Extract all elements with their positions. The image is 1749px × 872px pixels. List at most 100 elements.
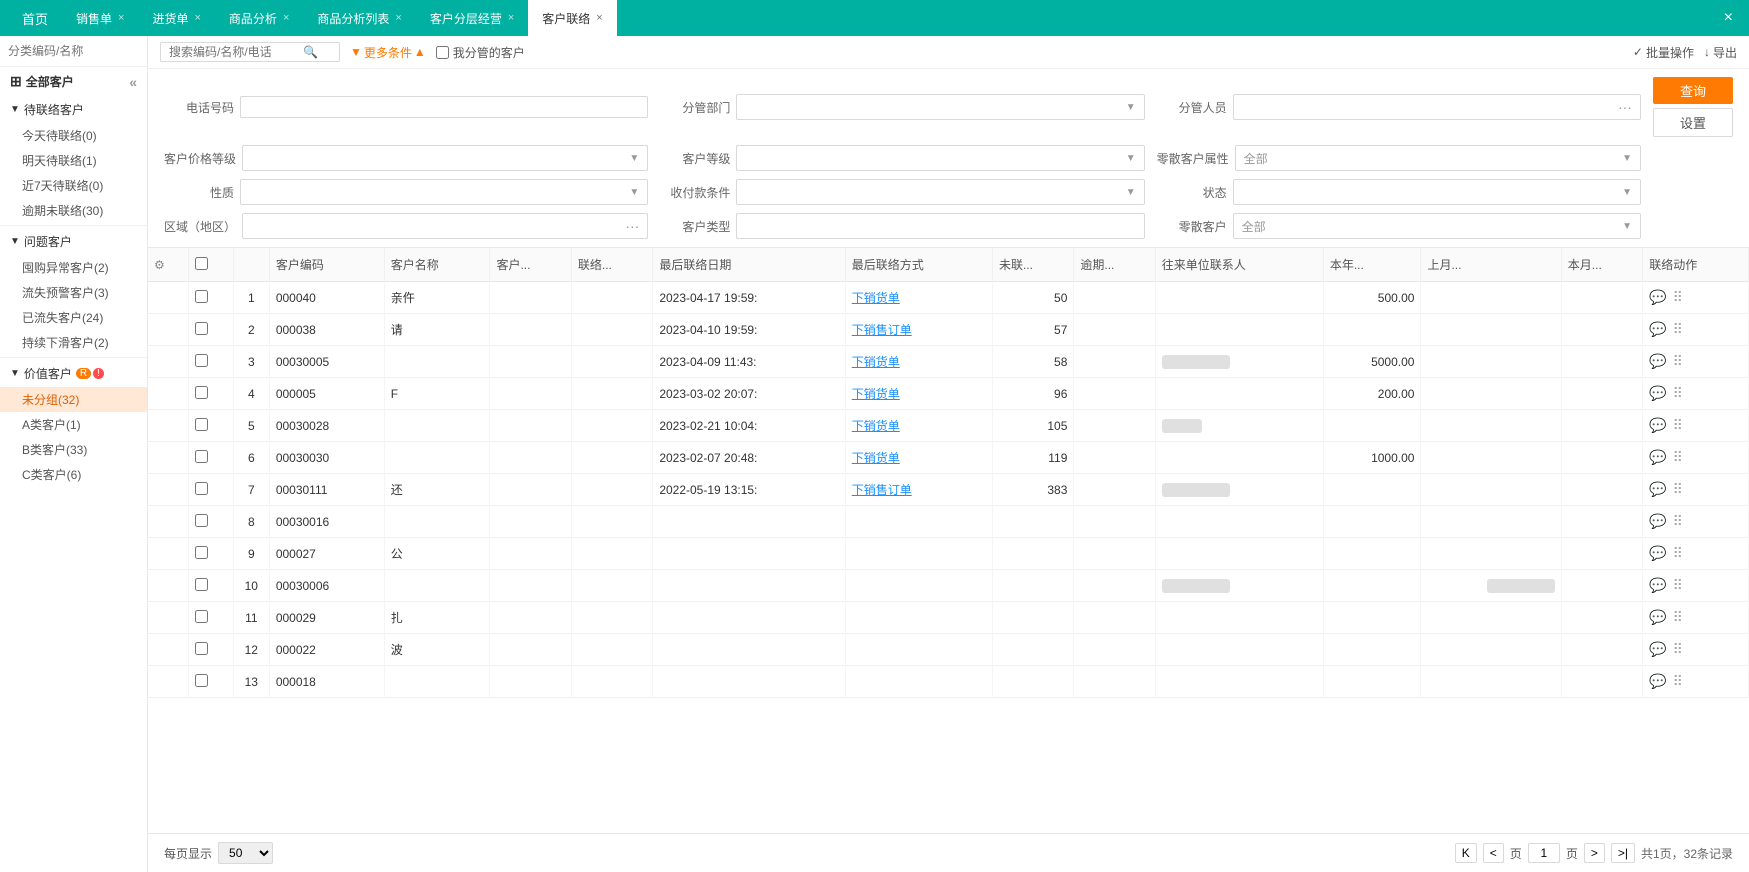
chat-icon[interactable]: 💬 — [1649, 513, 1666, 530]
sidebar-group-value[interactable]: ▼ 价值客户 R ! — [0, 360, 147, 387]
customer-type-select[interactable] — [736, 213, 1144, 239]
sidebar-search-input[interactable] — [8, 44, 148, 58]
th-type[interactable]: 客户... — [490, 248, 571, 282]
row-checkbox[interactable] — [195, 610, 208, 623]
pay-terms-select[interactable]: ▼ — [736, 179, 1144, 205]
page-next-btn[interactable]: > — [1584, 843, 1605, 863]
sidebar-item-ungroup[interactable]: 未分组(32) — [0, 387, 147, 412]
person-select[interactable]: ··· — [1233, 94, 1641, 120]
nav-tab-purchase[interactable]: 进货单 × — [138, 0, 214, 36]
more-conditions-btn[interactable]: ▼ 更多条件 ▲ — [350, 44, 426, 61]
page-last-btn[interactable]: >| — [1611, 843, 1635, 863]
sidebar-group-problem[interactable]: ▼ 问题客户 — [0, 228, 147, 255]
chat-icon[interactable]: 💬 — [1649, 449, 1666, 466]
search-input[interactable] — [169, 45, 299, 59]
row-checkbox[interactable] — [195, 546, 208, 559]
search-icon[interactable]: 🔍 — [303, 45, 318, 59]
chat-icon[interactable]: 💬 — [1649, 609, 1666, 626]
nav-tab-analysis[interactable]: 商品分析 × — [215, 0, 303, 36]
phone-input[interactable] — [240, 96, 648, 118]
td-last-method[interactable]: 下销售订单 — [845, 314, 992, 346]
sidebar-item-c[interactable]: C类客户(6) — [0, 462, 147, 487]
query-button[interactable]: 查询 — [1653, 77, 1733, 104]
all-customers-header[interactable]: ⊞ 全部客户 « — [0, 67, 147, 96]
chat-icon[interactable]: 💬 — [1649, 481, 1666, 498]
nav-tab-analysis-list[interactable]: 商品分析列表 × — [303, 0, 415, 36]
menu-icon[interactable]: ⠿ — [1673, 289, 1683, 306]
td-last-method[interactable]: 下销货单 — [845, 410, 992, 442]
row-checkbox[interactable] — [195, 418, 208, 431]
dept-select[interactable]: ▼ — [736, 94, 1144, 120]
menu-icon[interactable]: ⠿ — [1673, 417, 1683, 434]
row-checkbox[interactable] — [195, 578, 208, 591]
row-checkbox[interactable] — [195, 354, 208, 367]
my-customers-checkbox[interactable]: 我分管的客户 — [436, 44, 525, 61]
sidebar-item-abnormal[interactable]: 囤购异常客户(2) — [0, 255, 147, 280]
th-not-linked[interactable]: 未联... — [992, 248, 1073, 282]
td-last-method[interactable]: 下销售订单 — [845, 474, 992, 506]
sidebar-item-warning[interactable]: 流失预警客户(3) — [0, 280, 147, 305]
select-all-checkbox[interactable] — [195, 257, 208, 270]
menu-icon[interactable]: ⠿ — [1673, 545, 1683, 562]
reset-button[interactable]: 设置 — [1653, 108, 1733, 137]
td-last-method[interactable]: 下销货单 — [845, 442, 992, 474]
row-checkbox[interactable] — [195, 322, 208, 335]
nav-home[interactable]: 首页 — [8, 9, 62, 28]
sidebar-item-today[interactable]: 今天待联络(0) — [0, 123, 147, 148]
last-method-link[interactable]: 下销货单 — [852, 355, 900, 369]
sidebar-group-pending[interactable]: ▼ 待联络客户 — [0, 96, 147, 123]
td-last-method[interactable]: 下销货单 — [845, 282, 992, 314]
sidebar-item-b[interactable]: B类客户(33) — [0, 437, 147, 462]
region-select[interactable]: ··· — [242, 213, 648, 239]
chat-icon[interactable]: 💬 — [1649, 353, 1666, 370]
last-method-link[interactable]: 下销货单 — [852, 451, 900, 465]
chat-icon[interactable]: 💬 — [1649, 385, 1666, 402]
chat-icon[interactable]: 💬 — [1649, 321, 1666, 338]
close-tab-analysis[interactable]: × — [283, 12, 289, 24]
row-checkbox[interactable] — [195, 674, 208, 687]
page-input[interactable] — [1528, 843, 1560, 863]
retail-attr-select[interactable]: 全部 ▼ — [1235, 145, 1641, 171]
export-btn[interactable]: ↓ 导出 — [1704, 44, 1737, 61]
chat-icon[interactable]: 💬 — [1649, 545, 1666, 562]
batch-op-btn[interactable]: ✓ 批量操作 — [1633, 44, 1694, 61]
customer-level-select[interactable]: ▼ — [736, 145, 1144, 171]
sidebar-item-tomorrow[interactable]: 明天待联络(1) — [0, 148, 147, 173]
nav-tab-customer-mgmt[interactable]: 客户分层经营 × — [416, 0, 528, 36]
chat-icon[interactable]: 💬 — [1649, 577, 1666, 594]
chat-icon[interactable]: 💬 — [1649, 289, 1666, 306]
my-customers-check[interactable] — [436, 46, 449, 59]
menu-icon[interactable]: ⠿ — [1673, 321, 1683, 338]
sidebar-item-overdue[interactable]: 逾期未联络(30) — [0, 198, 147, 223]
close-tab-sales[interactable]: × — [118, 12, 124, 24]
th-unit-contact[interactable]: 往来单位联系人 — [1155, 248, 1323, 282]
sidebar-collapse-btn[interactable]: « — [129, 74, 137, 90]
row-checkbox[interactable] — [195, 514, 208, 527]
page-prev-btn[interactable]: < — [1483, 843, 1504, 863]
nature-select[interactable]: ▼ — [240, 179, 648, 205]
price-level-select[interactable]: ▼ — [242, 145, 648, 171]
menu-icon[interactable]: ⠿ — [1673, 641, 1683, 658]
th-settings[interactable]: ⚙ — [148, 248, 188, 282]
th-name[interactable]: 客户名称 — [384, 248, 490, 282]
chat-icon[interactable]: 💬 — [1649, 417, 1666, 434]
sidebar-item-declining[interactable]: 持续下滑客户(2) — [0, 330, 147, 355]
th-last-date[interactable]: 最后联络日期 — [653, 248, 845, 282]
th-last-method[interactable]: 最后联络方式 — [845, 248, 992, 282]
menu-icon[interactable]: ⠿ — [1673, 673, 1683, 690]
close-tab-analysis-list[interactable]: × — [395, 12, 401, 24]
close-all-tabs[interactable]: × — [1716, 9, 1741, 27]
sidebar-item-lost[interactable]: 已流失客户(24) — [0, 305, 147, 330]
menu-icon[interactable]: ⠿ — [1673, 449, 1683, 466]
close-tab-customer-contact[interactable]: × — [596, 12, 602, 24]
sidebar-item-7days[interactable]: 近7天待联络(0) — [0, 173, 147, 198]
close-tab-purchase[interactable]: × — [194, 12, 200, 24]
row-checkbox[interactable] — [195, 290, 208, 303]
td-last-method[interactable]: 下销货单 — [845, 378, 992, 410]
th-last-month[interactable]: 上月... — [1421, 248, 1561, 282]
menu-icon[interactable]: ⠿ — [1673, 577, 1683, 594]
last-method-link[interactable]: 下销货单 — [852, 387, 900, 401]
td-last-method[interactable]: 下销货单 — [845, 346, 992, 378]
th-code[interactable]: 客户编码 — [269, 248, 384, 282]
th-this-month[interactable]: 本月... — [1561, 248, 1642, 282]
